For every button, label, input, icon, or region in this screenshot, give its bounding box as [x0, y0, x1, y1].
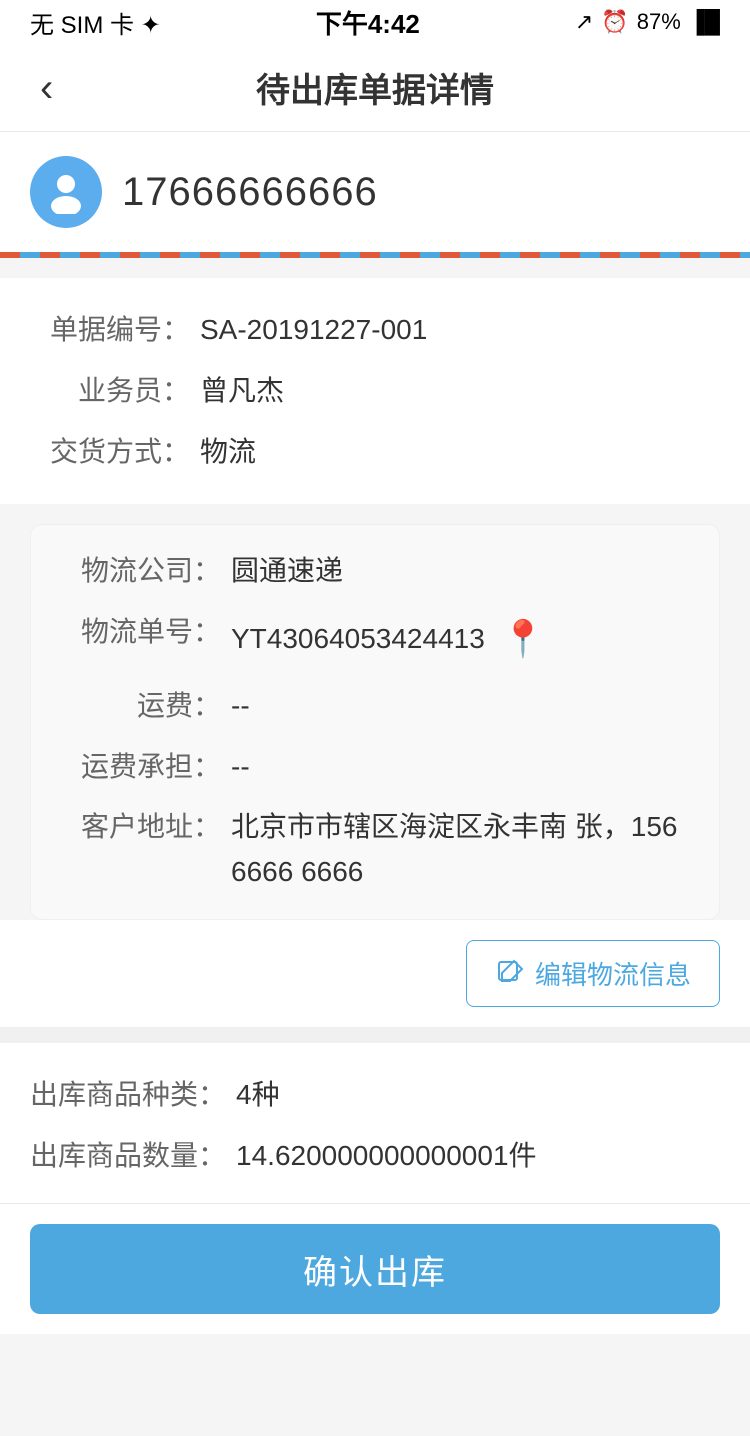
- product-type-value: 4种: [236, 1073, 720, 1118]
- phone-number: 17666666666: [122, 170, 378, 215]
- tracking-row: 物流单号： YT43064053424413 📍: [61, 610, 689, 668]
- status-left: 无 SIM 卡 ✦: [30, 5, 161, 40]
- freight-row: 运费： --: [61, 684, 689, 729]
- company-value: 圆通速递: [231, 549, 689, 594]
- address-row: 客户地址： 北京市市辖区海淀区永丰南 张，156 6666 6666: [61, 805, 689, 895]
- delivery-row: 交货方式： 物流: [30, 430, 720, 475]
- phone-header: 17666666666: [0, 132, 750, 252]
- status-time: 下午4:42: [316, 4, 420, 41]
- gray-divider: [0, 1027, 750, 1043]
- edit-logistics-row: 编辑物流信息: [0, 920, 750, 1027]
- battery-level: 87%: [637, 9, 681, 35]
- product-quantity-row: 出库商品数量： 14.620000000000001件: [30, 1134, 720, 1179]
- edit-icon: [495, 958, 525, 988]
- order-no-value: SA-20191227-001: [200, 308, 720, 353]
- product-quantity-value: 14.620000000000001件: [236, 1134, 720, 1179]
- product-type-row: 出库商品种类： 4种: [30, 1073, 720, 1118]
- address-label: 客户地址：: [61, 805, 221, 850]
- logistics-card: 物流公司： 圆通速递 物流单号： YT43064053424413 📍 运费： …: [30, 524, 720, 920]
- product-quantity-label: 出库商品数量：: [30, 1134, 226, 1179]
- freight-label: 运费：: [61, 684, 221, 729]
- tracking-label: 物流单号：: [61, 610, 221, 655]
- product-type-label: 出库商品种类：: [30, 1073, 226, 1118]
- salesman-row: 业务员： 曾凡杰: [30, 369, 720, 414]
- freight-value: --: [231, 684, 689, 729]
- product-summary-section: 出库商品种类： 4种 出库商品数量： 14.620000000000001件: [0, 1043, 750, 1209]
- salesman-label: 业务员：: [30, 369, 190, 414]
- freight-bear-row: 运费承担： --: [61, 745, 689, 790]
- battery-icon: ▐█: [689, 9, 720, 35]
- confirm-outbound-button[interactable]: 确认出库: [30, 1224, 720, 1314]
- bottom-bar: 确认出库: [0, 1203, 750, 1334]
- freight-bear-value: --: [231, 745, 689, 790]
- sim-status: 无 SIM 卡 ✦: [30, 5, 161, 40]
- avatar: [30, 156, 102, 228]
- status-right: ↗ ⏰ 87% ▐█: [575, 9, 720, 35]
- delivery-value: 物流: [200, 430, 720, 475]
- dashed-divider: [0, 252, 750, 258]
- nav-bar: ‹ 待出库单据详情: [0, 44, 750, 132]
- order-no-row: 单据编号： SA-20191227-001: [30, 308, 720, 353]
- edit-logistics-button[interactable]: 编辑物流信息: [466, 940, 720, 1007]
- location-icon-status: ↗: [575, 9, 593, 35]
- alarm-icon: ⏰: [601, 9, 628, 35]
- salesman-value: 曾凡杰: [200, 369, 720, 414]
- address-value: 北京市市辖区海淀区永丰南 张，156 6666 6666: [231, 805, 689, 895]
- back-button[interactable]: ‹: [30, 58, 63, 118]
- page-title: 待出库单据详情: [256, 63, 494, 112]
- delivery-label: 交货方式：: [30, 430, 190, 475]
- basic-info-section: 单据编号： SA-20191227-001 业务员： 曾凡杰 交货方式： 物流: [0, 278, 750, 504]
- person-icon: [44, 170, 88, 214]
- map-pin-icon[interactable]: 📍: [501, 610, 546, 668]
- company-label: 物流公司：: [61, 549, 221, 594]
- status-bar: 无 SIM 卡 ✦ 下午4:42 ↗ ⏰ 87% ▐█: [0, 0, 750, 44]
- tracking-value: YT43064053424413 📍: [231, 610, 689, 668]
- order-no-label: 单据编号：: [30, 308, 190, 353]
- company-row: 物流公司： 圆通速递: [61, 549, 689, 594]
- edit-logistics-label: 编辑物流信息: [535, 955, 691, 992]
- freight-bear-label: 运费承担：: [61, 745, 221, 790]
